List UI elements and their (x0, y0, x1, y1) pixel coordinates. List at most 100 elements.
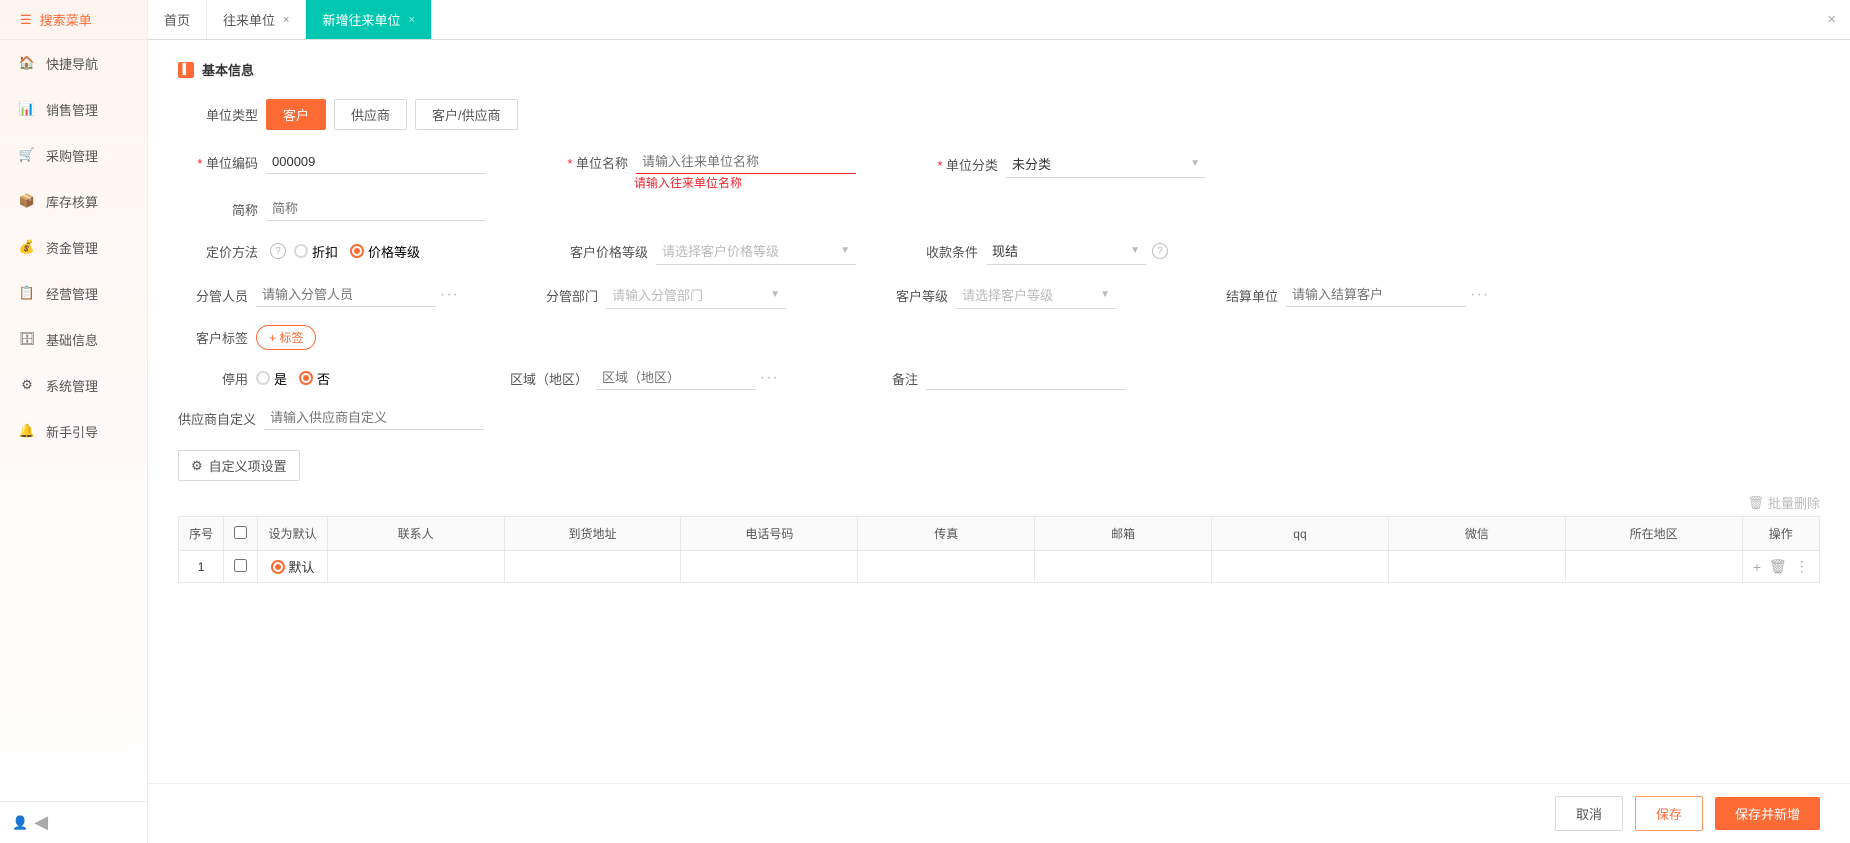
tab-counterparty-label: 往来单位 (223, 10, 275, 29)
pricing-row: 定价方法 ? 折扣 价格等级 客户价格等级 请选择客户价格等级 (178, 237, 1820, 265)
operations-icon: 📋 (16, 282, 38, 304)
unit-type-label: 单位类型 (178, 105, 258, 124)
dept-select[interactable]: 请输入分管部门 ▼ (606, 281, 786, 309)
tab-new-counterparty-close[interactable]: × (408, 14, 414, 26)
manager-input[interactable] (256, 283, 436, 307)
table-region-input[interactable] (1576, 560, 1732, 574)
customer-level-select[interactable]: 请选择客户等级 ▼ (956, 281, 1116, 309)
region-more-btn[interactable]: ··· (760, 369, 779, 387)
sidebar: ☰ 搜索菜单 🏠 快捷导航 📊 销售管理 🛒 采购管理 📦 库存核算 💰 资金管… (0, 0, 148, 843)
sidebar-item-inventory[interactable]: 📦 库存核算 (0, 178, 147, 224)
row-delete-btn[interactable]: 🗑 (1769, 558, 1787, 575)
select-all-checkbox[interactable] (234, 526, 247, 539)
tab-counterparty[interactable]: 往来单位 × (207, 0, 306, 39)
settlement-more-btn[interactable]: ··· (1470, 286, 1489, 304)
cell-address[interactable] (504, 551, 681, 583)
custom-settings-btn[interactable]: ⚙ 自定义项设置 (178, 450, 300, 481)
purchase-icon: 🛒 (16, 144, 38, 166)
radio-disable-yes[interactable]: 是 (256, 369, 287, 388)
cancel-button[interactable]: 取消 (1555, 796, 1623, 831)
cell-fax[interactable] (858, 551, 1035, 583)
dept-caret: ▼ (770, 289, 780, 300)
unit-type-customer-btn[interactable]: 客户 (266, 99, 326, 130)
cell-email[interactable] (1035, 551, 1212, 583)
payment-condition-label: 收款条件 (908, 242, 978, 261)
pricing-help-icon[interactable]: ? (270, 243, 286, 259)
batch-delete-label: 批量删除 (1768, 493, 1820, 512)
unit-code-block: 单位编码 (178, 150, 518, 174)
sidebar-item-finance[interactable]: 💰 资金管理 (0, 224, 147, 270)
radio-disable-no[interactable]: 否 (299, 369, 330, 388)
row-add-btn[interactable]: + (1753, 559, 1761, 575)
unit-name-label: 单位名称 (548, 153, 628, 172)
sidebar-search[interactable]: ☰ 搜索菜单 (0, 0, 147, 40)
supplier-custom-input[interactable] (264, 406, 484, 430)
sidebar-item-guide[interactable]: 🔔 新手引导 (0, 408, 147, 454)
payment-condition-select[interactable]: 现结 ▼ (986, 237, 1146, 265)
col-seq: 序号 (179, 517, 224, 551)
batch-delete-btn[interactable]: 🗑 批量删除 (1747, 493, 1820, 512)
radio-discount-circle (294, 244, 308, 258)
unit-code-input[interactable] (266, 150, 486, 174)
radio-grade-circle (350, 244, 364, 258)
tab-new-counterparty-label: 新增往来单位 (322, 10, 400, 29)
tab-new-counterparty[interactable]: 新增往来单位 × (306, 0, 431, 39)
unit-type-both-btn[interactable]: 客户/供应商 (415, 99, 518, 130)
qq-input[interactable] (1222, 560, 1378, 574)
dept-block: 分管部门 请输入分管部门 ▼ (528, 281, 848, 309)
unit-category-select[interactable]: 未分类 ▼ (1006, 150, 1206, 178)
fax-input[interactable] (868, 560, 1024, 574)
address-input[interactable] (515, 560, 671, 574)
payment-help-icon[interactable]: ? (1152, 243, 1168, 259)
cell-check (224, 551, 258, 583)
col-address: 到货地址 (504, 517, 681, 551)
region-input[interactable] (596, 366, 756, 390)
remark-input[interactable] (926, 366, 1126, 390)
settlement-input[interactable] (1286, 283, 1466, 307)
save-new-button[interactable]: 保存并新增 (1715, 797, 1820, 830)
col-check (224, 517, 258, 551)
tab-home-label: 首页 (164, 10, 190, 29)
customer-price-select[interactable]: 请选择客户价格等级 ▼ (656, 237, 856, 265)
customer-price-placeholder: 请选择客户价格等级 (662, 241, 834, 260)
unit-type-supplier-btn[interactable]: 供应商 (334, 99, 407, 130)
cell-region[interactable] (1565, 551, 1742, 583)
email-input[interactable] (1045, 560, 1201, 574)
contacts-table: 序号 设为默认 联系人 到货地址 电话号码 传真 邮箱 qq 微信 所在地区 操… (178, 516, 1820, 583)
sidebar-item-basic-info[interactable]: 🗄 基础信息 (0, 316, 147, 362)
section-title-text: 基本信息 (202, 60, 254, 79)
row-default-radio[interactable] (271, 560, 285, 574)
pricing-method-label: 定价方法 (178, 242, 258, 261)
radio-discount-label: 折扣 (312, 242, 338, 261)
cell-qq[interactable] (1212, 551, 1389, 583)
cell-contact[interactable] (327, 551, 504, 583)
cell-phone[interactable] (681, 551, 858, 583)
contact-input[interactable] (338, 560, 494, 574)
region-label: 区域（地区） (508, 369, 588, 388)
sidebar-item-system[interactable]: ⚙ 系统管理 (0, 362, 147, 408)
radio-grade[interactable]: 价格等级 (350, 242, 420, 261)
wechat-input[interactable] (1399, 560, 1555, 574)
table-header-row: 序号 设为默认 联系人 到货地址 电话号码 传真 邮箱 qq 微信 所在地区 操… (179, 517, 1820, 551)
row-drag-handle[interactable]: ⋮ (1795, 558, 1809, 575)
tab-counterparty-close[interactable]: × (283, 14, 289, 26)
sidebar-item-quick-nav[interactable]: 🏠 快捷导航 (0, 40, 147, 86)
add-tag-btn[interactable]: + 标签 (256, 325, 316, 350)
save-button[interactable]: 保存 (1635, 796, 1703, 831)
basic-info-icon: 🗄 (16, 328, 38, 350)
sidebar-item-purchase[interactable]: 🛒 采购管理 (0, 132, 147, 178)
pricing-method-block: 定价方法 ? 折扣 价格等级 (178, 242, 538, 261)
cell-wechat[interactable] (1388, 551, 1565, 583)
row-checkbox[interactable] (234, 559, 247, 572)
sidebar-item-operations[interactable]: 📋 经营管理 (0, 270, 147, 316)
finance-icon: 💰 (16, 236, 38, 258)
sidebar-item-sales[interactable]: 📊 销售管理 (0, 86, 147, 132)
close-all-tabs[interactable]: × (1813, 11, 1850, 28)
manager-more-btn[interactable]: ··· (440, 286, 459, 304)
short-name-input[interactable] (266, 197, 486, 221)
unit-name-input[interactable] (636, 150, 856, 174)
radio-discount[interactable]: 折扣 (294, 242, 338, 261)
tab-home[interactable]: 首页 (148, 0, 207, 39)
sidebar-collapse-icon[interactable]: ◀ (34, 812, 48, 833)
phone-input[interactable] (691, 560, 847, 574)
